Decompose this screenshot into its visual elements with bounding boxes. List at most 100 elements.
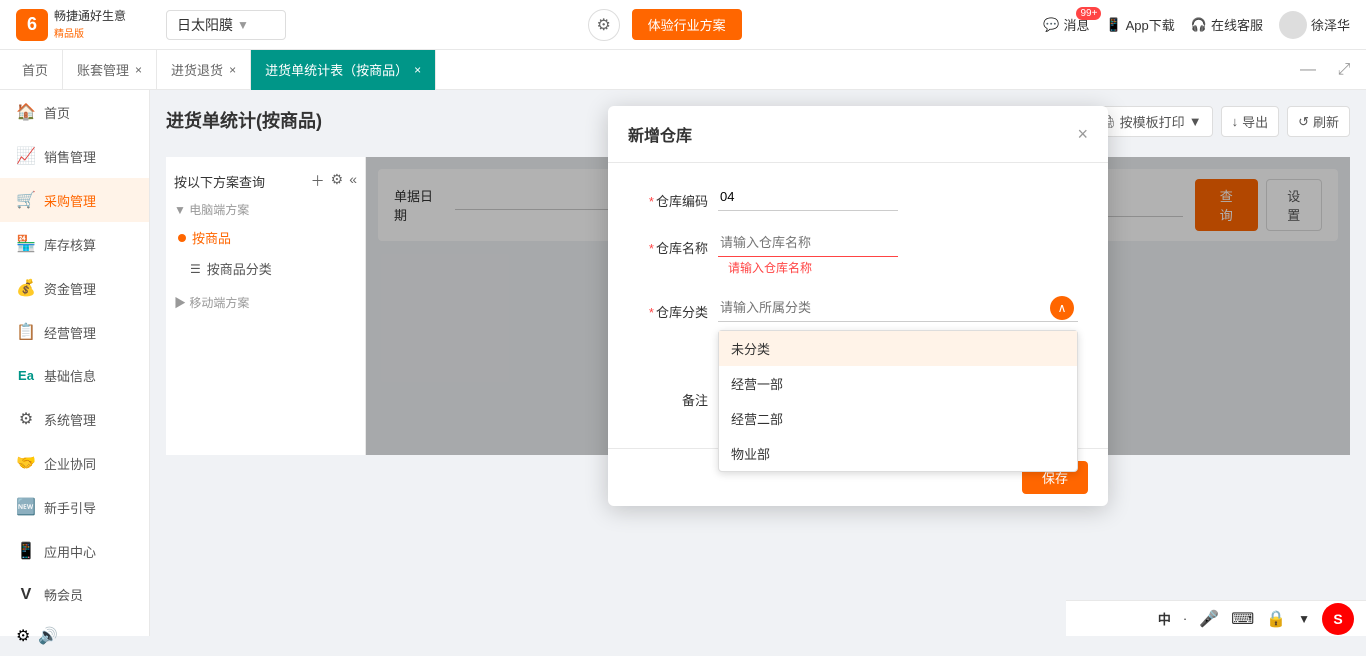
- sales-icon: 📈: [16, 146, 36, 166]
- sidebar-bottom: ⚙ 🔊: [0, 616, 149, 656]
- warehouse-category-wrapper: ∧ 未分类 经营一部 经营二部 物业部: [718, 294, 1078, 322]
- finance-icon: 💰: [16, 278, 36, 298]
- sidebar-item-vip[interactable]: V 畅会员: [0, 573, 149, 616]
- purchase-icon: 🛒: [16, 190, 36, 210]
- sidebar-basic-info-label: 基础信息: [44, 366, 96, 385]
- sidebar-settings-icon[interactable]: ⚙: [16, 626, 30, 646]
- guide-icon: 🆕: [16, 497, 36, 517]
- warehouse-code-row: 仓库编码: [638, 183, 1078, 211]
- logo-area: 6 畅捷通好生意 精品版: [16, 9, 166, 41]
- trial-button[interactable]: 体验行业方案: [632, 9, 742, 40]
- category-option-dept1[interactable]: 经营一部: [719, 366, 1077, 401]
- refresh-label: 刷新: [1313, 112, 1339, 131]
- sidebar-collaboration-label: 企业协同: [44, 454, 96, 473]
- sidebar-app-center-label: 应用中心: [44, 542, 96, 561]
- app-download-label: App下载: [1126, 15, 1175, 34]
- sidebar-item-guide[interactable]: 🆕 新手引导: [0, 485, 149, 529]
- warehouse-category-row: 仓库分类 ∧ 未分类 经营一部 经营二部 物业部: [638, 294, 1078, 322]
- warehouse-name-row: 仓库名称 请输入仓库名称: [638, 229, 1078, 276]
- tab-account-close[interactable]: ×: [135, 63, 142, 77]
- pc-scheme-section: ▼ 电脑端方案: [166, 197, 365, 222]
- sidebar-purchase-label: 采购管理: [44, 191, 96, 210]
- sidebar-item-system[interactable]: ⚙ 系统管理: [0, 397, 149, 441]
- add-scheme-button[interactable]: ＋: [311, 171, 325, 191]
- sidebar-item-finance[interactable]: 💰 资金管理: [0, 266, 149, 310]
- warehouse-note-label: 备注: [638, 382, 718, 409]
- sidebar-item-sales[interactable]: 📈 销售管理: [0, 134, 149, 178]
- lock-icon[interactable]: 🔒: [1266, 609, 1286, 629]
- modal-title: 新增仓库: [628, 122, 692, 146]
- tab-bar: 首页 账套管理 × 进货退货 × 进货单统计表（按商品） × — ⤢: [0, 50, 1366, 90]
- warehouse-category-label: 仓库分类: [638, 294, 718, 321]
- user-profile-button[interactable]: 徐泽华: [1279, 11, 1350, 39]
- logo-title: 畅捷通好生意: [54, 9, 126, 25]
- tab-purchase-return-close[interactable]: ×: [229, 63, 236, 77]
- sidebar-system-label: 系统管理: [44, 410, 96, 429]
- mic-icon[interactable]: 🎤: [1199, 609, 1219, 629]
- store-selector[interactable]: 日太阳膜 ▼: [166, 10, 286, 40]
- scheme-settings-icon[interactable]: ⚙: [331, 171, 344, 191]
- tab-purchase-stats-close[interactable]: ×: [414, 63, 421, 77]
- scheme-by-goods[interactable]: 按商品: [166, 222, 365, 253]
- refresh-button[interactable]: ↺ 刷新: [1287, 106, 1350, 137]
- export-icon: ↓: [1232, 114, 1239, 129]
- dropdown-toggle-button[interactable]: ∧: [1050, 296, 1074, 320]
- header-center: ⚙ 体验行业方案: [286, 9, 1043, 41]
- sidebar-item-operations[interactable]: 📋 经营管理: [0, 310, 149, 354]
- sidebar-finance-label: 资金管理: [44, 279, 96, 298]
- keyboard-icon[interactable]: ⌨: [1231, 609, 1254, 629]
- filter-panel: 按以下方案查询 ＋ ⚙ « ▼ 电脑端方案 按商品 ☰: [166, 157, 366, 455]
- mobile-scheme-arrow: ▶: [174, 296, 186, 310]
- home-icon: 🏠: [16, 102, 36, 122]
- category-option-dept2[interactable]: 经营二部: [719, 401, 1077, 436]
- ime-indicator[interactable]: 中: [1158, 609, 1171, 628]
- brand-s-icon: S: [1333, 611, 1342, 627]
- app-download-button[interactable]: 📱 App下载: [1105, 15, 1174, 34]
- store-selector-arrow: ▼: [237, 18, 249, 32]
- category-option-unclassified[interactable]: 未分类: [719, 331, 1077, 366]
- tab-account[interactable]: 账套管理 ×: [63, 50, 157, 90]
- collapse-icon[interactable]: «: [349, 171, 357, 191]
- online-service-button[interactable]: 🎧 在线客服: [1191, 15, 1263, 34]
- dropdown-small-icon[interactable]: ▼: [1298, 612, 1310, 626]
- main-layout: 🏠 首页 📈 销售管理 🛒 采购管理 🏪 库存核算 💰 资金管理 📋 经营管理 …: [0, 90, 1366, 636]
- tab-expand-button[interactable]: ⤢: [1330, 56, 1358, 84]
- sidebar-item-inventory[interactable]: 🏪 库存核算: [0, 222, 149, 266]
- modal-close-button[interactable]: ×: [1077, 124, 1088, 145]
- sidebar-item-basic-info[interactable]: Ea 基础信息: [0, 354, 149, 397]
- tab-minimize-button[interactable]: —: [1294, 56, 1322, 84]
- right-content-panel: 单据日期 付款方式 单据状态 ▼ 商品 ··· 查询 设置: [366, 157, 1350, 455]
- pc-scheme-label: 电脑端方案: [189, 203, 249, 217]
- sidebar-item-purchase[interactable]: 🛒 采购管理: [0, 178, 149, 222]
- sidebar-operations-label: 经营管理: [44, 323, 96, 342]
- inventory-icon: 🏪: [16, 234, 36, 254]
- message-button[interactable]: 💬 消息 99+: [1043, 15, 1089, 34]
- basic-info-icon: Ea: [16, 368, 36, 383]
- top-header: 6 畅捷通好生意 精品版 日太阳膜 ▼ ⚙ 体验行业方案 💬 消息 99+ 📱 …: [0, 0, 1366, 50]
- warehouse-category-input[interactable]: [718, 294, 1078, 322]
- content-with-sidebar: 按以下方案查询 ＋ ⚙ « ▼ 电脑端方案 按商品 ☰: [166, 157, 1350, 455]
- warehouse-name-input[interactable]: [718, 229, 898, 257]
- sidebar-sales-label: 销售管理: [44, 147, 96, 166]
- sidebar-item-collaboration[interactable]: 🤝 企业协同: [0, 441, 149, 485]
- tab-home-label: 首页: [22, 60, 48, 79]
- tab-purchase-return[interactable]: 进货退货 ×: [157, 50, 251, 90]
- scheme-by-goods-category[interactable]: ☰ 按商品分类: [166, 253, 365, 284]
- tab-bar-controls: — ⤢: [1294, 56, 1358, 84]
- phone-icon: 📱: [1105, 17, 1121, 33]
- tab-purchase-stats[interactable]: 进货单统计表（按商品） ×: [251, 50, 436, 90]
- settings-button[interactable]: ⚙: [588, 9, 620, 41]
- tab-home[interactable]: 首页: [8, 50, 63, 90]
- collaboration-icon: 🤝: [16, 453, 36, 473]
- sidebar-speaker-icon[interactable]: 🔊: [38, 626, 58, 646]
- warehouse-code-input[interactable]: [718, 183, 898, 211]
- active-indicator: [178, 234, 186, 242]
- modal-header: 新增仓库 ×: [608, 106, 1108, 163]
- sidebar-item-home[interactable]: 🏠 首页: [0, 90, 149, 134]
- export-button[interactable]: ↓ 导出: [1221, 106, 1280, 137]
- sidebar-item-app-center[interactable]: 📱 应用中心: [0, 529, 149, 573]
- username-label: 徐泽华: [1311, 15, 1350, 34]
- warehouse-code-wrapper: [718, 183, 1078, 211]
- print-dropdown-icon: ▼: [1189, 114, 1202, 129]
- category-option-dept3[interactable]: 物业部: [719, 436, 1077, 471]
